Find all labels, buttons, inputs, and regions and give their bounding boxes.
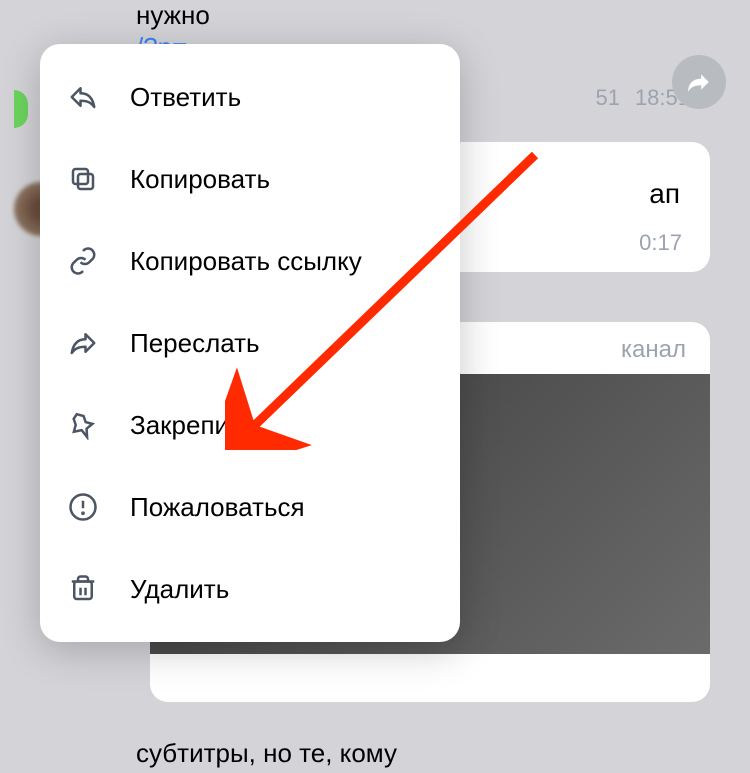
menu-item-copy-link[interactable]: Копировать ссылку (40, 220, 460, 302)
menu-item-forward[interactable]: Переслать (40, 302, 460, 384)
trash-icon (64, 570, 102, 608)
menu-item-label: Переслать (130, 328, 260, 359)
message-fragment: ап (649, 178, 680, 210)
reply-icon (64, 78, 102, 116)
context-menu: Ответить Копировать Копировать ссылку Пе… (40, 44, 460, 642)
menu-item-label: Пожаловаться (130, 492, 305, 523)
link-icon (64, 242, 102, 280)
forward-icon (64, 324, 102, 362)
menu-item-report[interactable]: Пожаловаться (40, 466, 460, 548)
report-icon (64, 488, 102, 526)
message-time: 0:17 (639, 230, 682, 256)
message-text-bottom: субтитры, но те, кому (136, 738, 397, 769)
pin-icon (64, 406, 102, 444)
share-arrow-icon (686, 69, 712, 95)
menu-item-label: Закрепить (130, 410, 255, 441)
menu-item-label: Удалить (130, 574, 229, 605)
menu-item-label: Копировать ссылку (130, 246, 362, 277)
menu-item-label: Копировать (130, 164, 270, 195)
menu-item-pin[interactable]: Закрепить (40, 384, 460, 466)
avatar-edge (14, 90, 28, 128)
menu-item-copy[interactable]: Копировать (40, 138, 460, 220)
menu-item-reply[interactable]: Ответить (40, 56, 460, 138)
copy-icon (64, 160, 102, 198)
message-time-partial: 51 (596, 85, 620, 111)
forward-circle-button[interactable] (672, 55, 726, 109)
menu-item-delete[interactable]: Удалить (40, 548, 460, 630)
channel-label: канал (621, 336, 686, 364)
menu-item-label: Ответить (130, 82, 241, 113)
message-text: нужно (136, 0, 210, 31)
